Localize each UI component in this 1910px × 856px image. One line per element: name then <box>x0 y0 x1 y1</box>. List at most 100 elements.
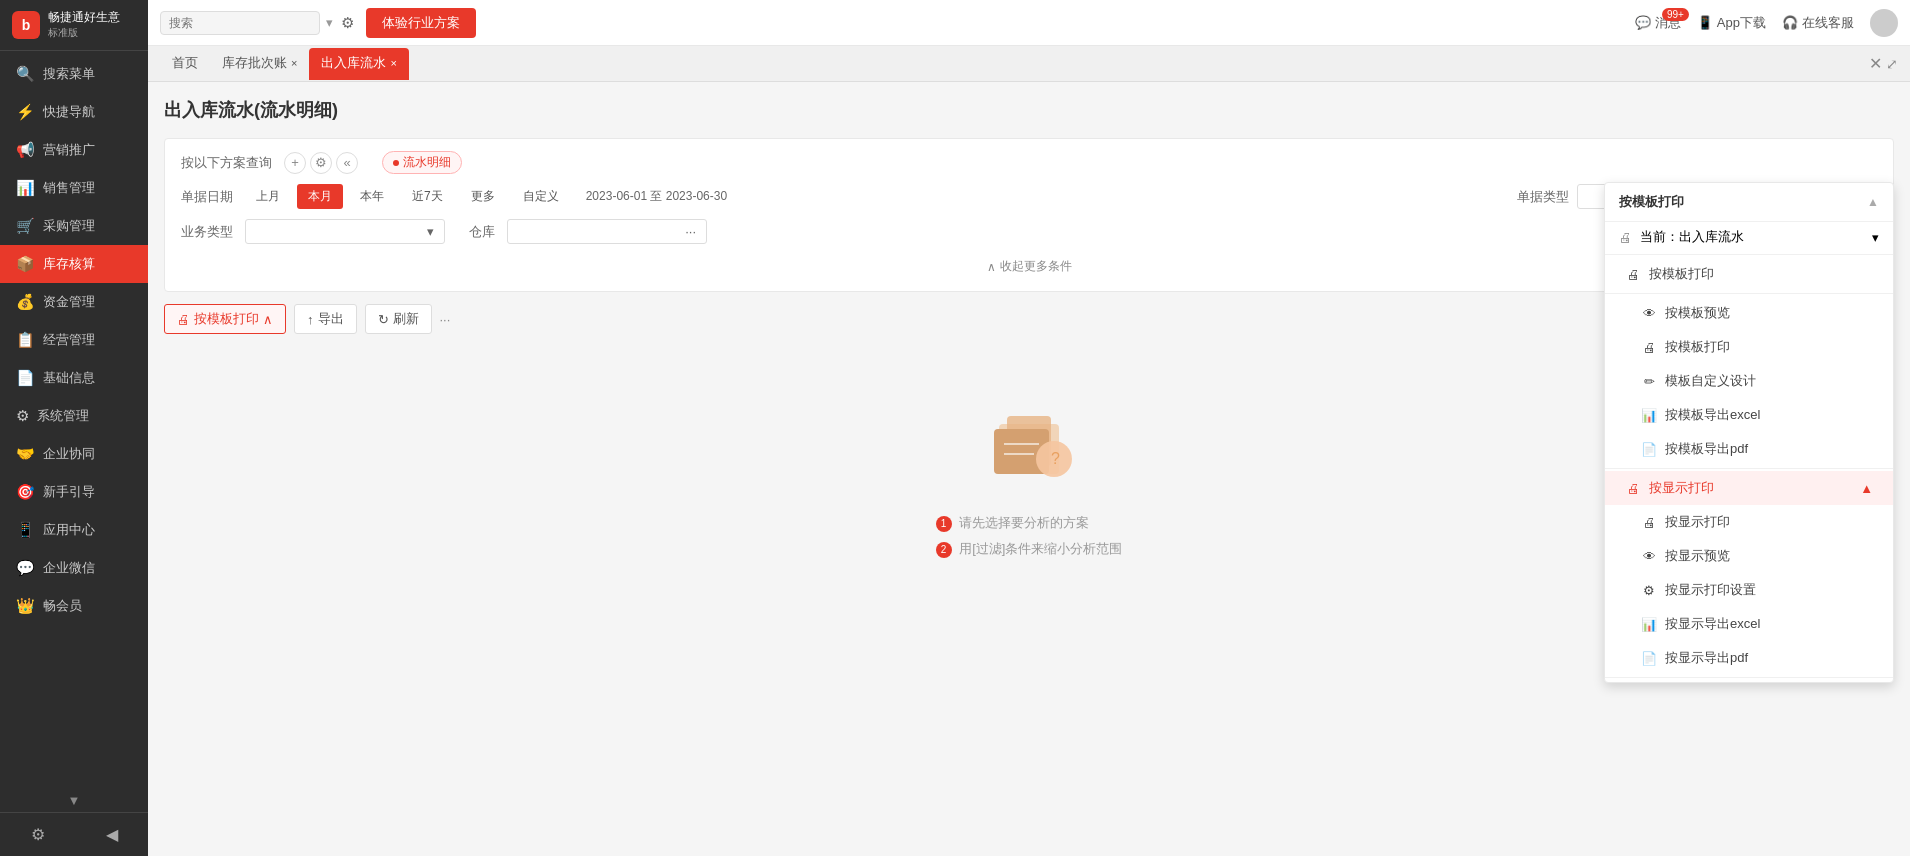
tip-num-2: 2 <box>936 542 952 558</box>
app-name: 畅捷通好生意 <box>48 10 120 26</box>
dropdown-current-row[interactable]: 🖨 当前：出入库流水 ▾ <box>1605 222 1893 252</box>
dropdown-item-template-custom[interactable]: ✏ 模板自定义设计 <box>1605 364 1893 398</box>
dropdown-item-template-excel[interactable]: 📊 按模板导出excel <box>1605 398 1893 432</box>
toolbar-more-icon[interactable]: ··· <box>440 312 451 327</box>
print-chevron: ∧ <box>263 312 273 327</box>
filter-add-btn[interactable]: + <box>284 152 306 174</box>
dropdown-item-display-pdf[interactable]: 📄 按显示导出pdf <box>1605 641 1893 675</box>
topbar-search-box[interactable] <box>160 11 320 35</box>
sidebar-item-appstore[interactable]: 📱应用中心 <box>0 511 148 549</box>
tab-close-batch-account[interactable]: × <box>291 57 297 69</box>
topbar-chevron-icon[interactable]: ▾ <box>326 15 333 30</box>
sidebar-item-operation[interactable]: 📋 经营管理 <box>0 321 148 359</box>
dropdown-item-set-default[interactable]: ☑ 设置默认功能 ▾ <box>1605 680 1893 682</box>
date-btn-this-year[interactable]: 本年 <box>349 184 395 209</box>
app-download-btn[interactable]: 📱 App下载 <box>1697 14 1766 32</box>
sidebar: b 畅捷通好生意 标准版 🔍搜索菜单⚡快捷导航📢营销推广📊销售管理🛒采购管理📦库… <box>0 0 148 856</box>
dropdown-item-template-preview[interactable]: 👁 按模板预览 <box>1605 296 1893 330</box>
sidebar-item-guide[interactable]: 🎯新手引导 <box>0 473 148 511</box>
refresh-label: 刷新 <box>393 310 419 328</box>
display-settings-icon: ⚙ <box>1641 582 1657 598</box>
filter-collapse-btn[interactable]: « <box>336 152 358 174</box>
sidebar-collapse-btn[interactable]: ◀ <box>98 821 126 848</box>
date-btn-prev-month[interactable]: 上月 <box>245 184 291 209</box>
divider-1 <box>1605 254 1893 255</box>
expand-icon[interactable]: ⤢ <box>1886 56 1898 72</box>
sidebar-item-purchase[interactable]: 🛒采购管理 <box>0 207 148 245</box>
refresh-btn[interactable]: ↻ 刷新 <box>365 304 432 334</box>
empty-tip-1: 1 请先选择要分析的方案 <box>936 510 1123 536</box>
dropdown-item-display-excel[interactable]: 📊 按显示导出excel <box>1605 607 1893 641</box>
sidebar-item-label-marketing: 营销推广 <box>43 141 95 159</box>
filter-tag[interactable]: 流水明细 <box>382 151 462 174</box>
dropdown-header-chevron[interactable]: ▲ <box>1867 195 1879 209</box>
sidebar-item-label-enterprise: 企业协同 <box>43 445 95 463</box>
date-btn-more[interactable]: 更多 <box>460 184 506 209</box>
warehouse-select[interactable]: ··· <box>507 219 707 244</box>
export-btn[interactable]: ↑ 导出 <box>294 304 357 334</box>
filter-settings-btn[interactable]: ⚙ <box>310 152 332 174</box>
sidebar-item-marketing[interactable]: 📢营销推广 <box>0 131 148 169</box>
dropdown-item-display-print-header[interactable]: 🖨 按显示打印 ▲ <box>1605 471 1893 505</box>
sidebar-item-label-operation: 经营管理 <box>43 331 95 349</box>
page-title: 出入库流水(流水明细) <box>164 98 1894 122</box>
template-print2-label: 按模板打印 <box>1665 338 1730 356</box>
sidebar-item-search[interactable]: 🔍搜索菜单 <box>0 55 148 93</box>
date-range-display: 2023-06-01 至 2023-06-30 <box>586 188 727 205</box>
search-input[interactable] <box>169 16 311 30</box>
svg-text:?: ? <box>1051 450 1060 467</box>
guide-icon: 🎯 <box>16 483 35 501</box>
wechat-icon: 💬 <box>16 559 35 577</box>
close-window-icon[interactable]: ✕ <box>1869 54 1882 73</box>
display-preview-icon: 👁 <box>1641 548 1657 564</box>
sidebar-item-system[interactable]: ⚙系统管理 <box>0 397 148 435</box>
sidebar-item-sales[interactable]: 📊销售管理 <box>0 169 148 207</box>
tab-flow[interactable]: 出入库流水× <box>309 48 408 80</box>
dropdown-scroll-area: 🖨 当前：出入库流水 ▾ 🖨 按模板打印 👁 按模板预览 🖨 按模板打 <box>1605 222 1893 682</box>
tab-close-flow[interactable]: × <box>390 57 396 69</box>
avatar[interactable] <box>1870 9 1898 37</box>
display-excel-label: 按显示导出excel <box>1665 615 1760 633</box>
warehouse-label: 仓库 <box>469 223 495 241</box>
tabs-bar: 首页库存批次账×出入库流水× ✕ ⤢ <box>148 46 1910 82</box>
date-btn-this-month[interactable]: 本月 <box>297 184 343 209</box>
date-btn-last7[interactable]: 近7天 <box>401 184 454 209</box>
dropdown-item-display-print[interactable]: 🖨 按显示打印 <box>1605 505 1893 539</box>
sidebar-item-inventory[interactable]: 📦库存核算 <box>0 245 148 283</box>
search-icon: 🔍 <box>16 65 35 83</box>
tab-home[interactable]: 首页 <box>160 46 210 82</box>
business-type-select[interactable]: ▾ <box>245 219 445 244</box>
topbar-gear-icon[interactable]: ⚙ <box>341 14 354 32</box>
business-type-chevron: ▾ <box>427 224 434 239</box>
dropdown-item-template-print2[interactable]: 🖨 按模板打印 <box>1605 330 1893 364</box>
main-wrap: ▾ ⚙ 体验行业方案 💬 消息 99+ 📱 App下载 🎧 在线客服 首页库存批… <box>148 0 1910 856</box>
refresh-icon: ↻ <box>378 312 389 327</box>
print-template-btn[interactable]: 🖨 按模板打印 ∧ <box>164 304 286 334</box>
tab-batch-account[interactable]: 库存批次账× <box>210 46 309 82</box>
sidebar-item-enterprise[interactable]: 🤝企业协同 <box>0 435 148 473</box>
sidebar-settings-btn[interactable]: ⚙ <box>23 821 53 848</box>
sidebar-item-finance[interactable]: 💰资金管理 <box>0 283 148 321</box>
export-label: 导出 <box>318 310 344 328</box>
display-pdf-label: 按显示导出pdf <box>1665 649 1748 667</box>
dropdown-item-template-print[interactable]: 🖨 按模板打印 <box>1605 257 1893 291</box>
sidebar-item-member[interactable]: 👑畅会员 <box>0 587 148 625</box>
sidebar-item-label-finance: 资金管理 <box>43 293 95 311</box>
sidebar-item-quick-nav[interactable]: ⚡快捷导航 <box>0 93 148 131</box>
sidebar-scroll-down[interactable]: ▼ <box>0 789 148 812</box>
sidebar-item-basic[interactable]: 📄基础信息 <box>0 359 148 397</box>
date-btn-custom[interactable]: 自定义 <box>512 184 570 209</box>
tip-num-1: 1 <box>936 516 952 532</box>
dropdown-item-template-pdf[interactable]: 📄 按模板导出pdf <box>1605 432 1893 466</box>
trial-button[interactable]: 体验行业方案 <box>366 8 476 38</box>
online-service-btn[interactable]: 🎧 在线客服 <box>1782 14 1854 32</box>
dropdown-header: 按模板打印 ▲ <box>1605 183 1893 222</box>
sidebar-item-wechat[interactable]: 💬企业微信 <box>0 549 148 587</box>
template-custom-icon: ✏ <box>1641 373 1657 389</box>
tab-label-home: 首页 <box>172 55 198 70</box>
logo-icon: b <box>12 11 40 39</box>
operation-icon: 📋 <box>16 331 35 349</box>
messages-btn[interactable]: 💬 消息 99+ <box>1635 14 1681 32</box>
dropdown-item-display-settings[interactable]: ⚙ 按显示打印设置 <box>1605 573 1893 607</box>
dropdown-item-display-preview[interactable]: 👁 按显示预览 <box>1605 539 1893 573</box>
